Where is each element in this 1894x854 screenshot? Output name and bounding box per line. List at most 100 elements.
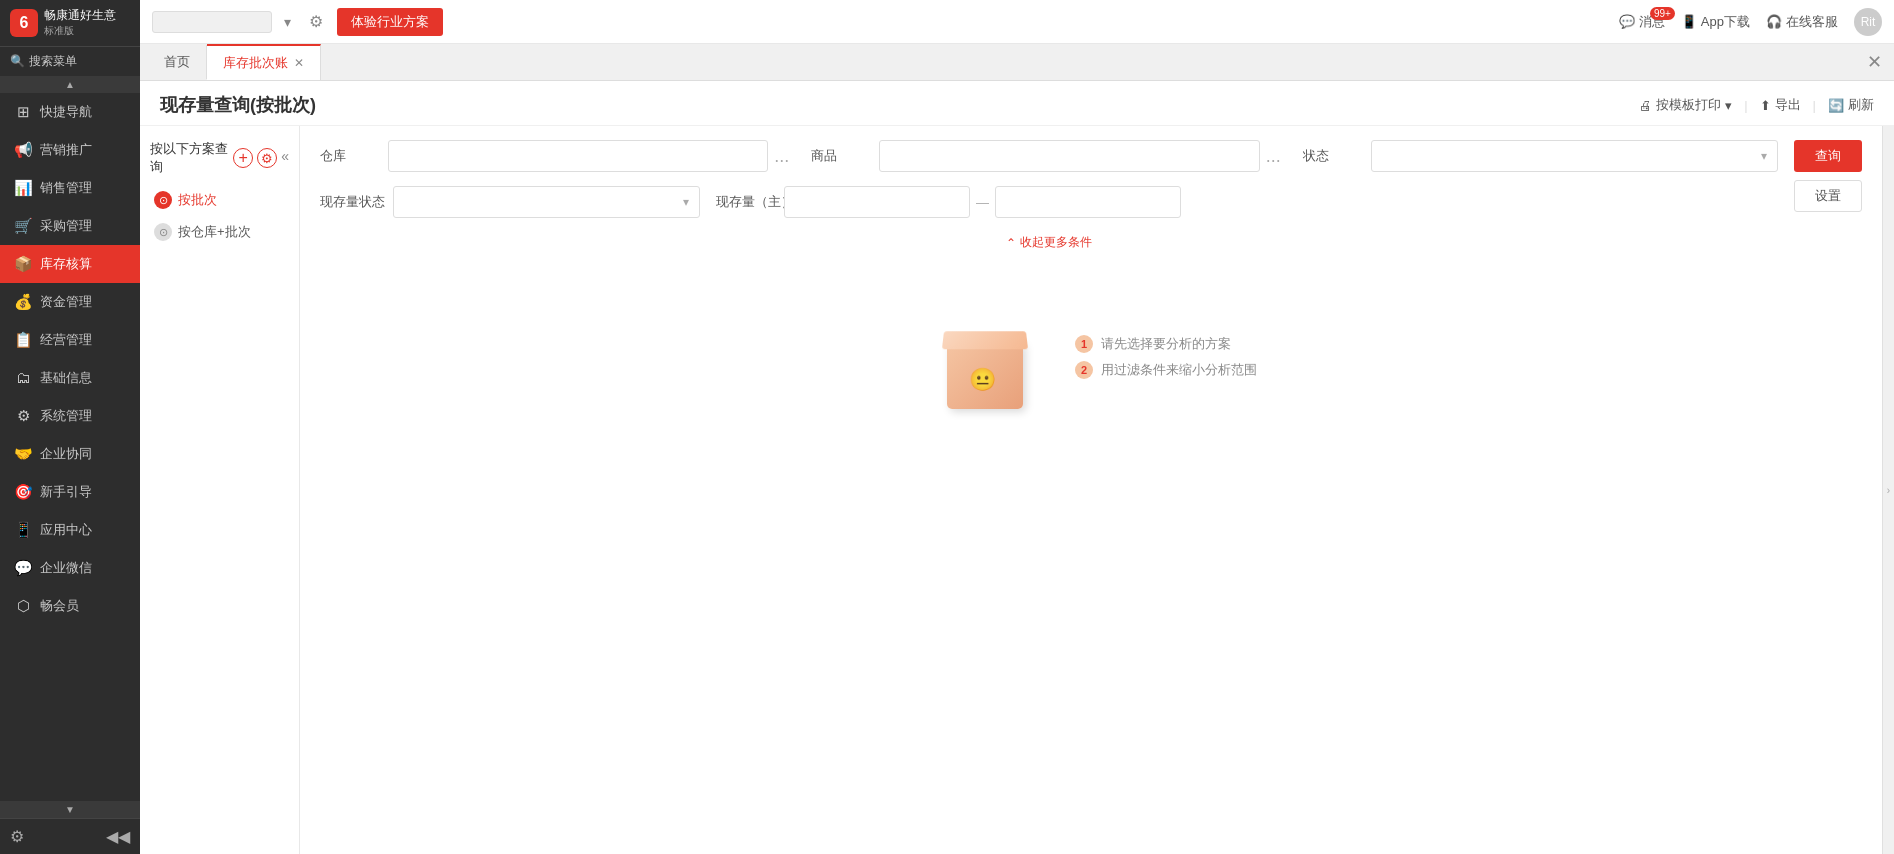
marketing-icon: 📢 xyxy=(14,141,32,159)
warehouse-input[interactable] xyxy=(388,140,768,172)
avatar: Rit xyxy=(1854,8,1882,36)
goods-input[interactable] xyxy=(879,140,1259,172)
sidebar-item-newbie[interactable]: 🎯 新手引导 xyxy=(0,473,140,511)
newbie-icon: 🎯 xyxy=(14,483,32,501)
breadcrumb-dropdown-button[interactable]: ▾ xyxy=(280,12,295,32)
print-dropdown-icon[interactable]: ▾ xyxy=(1725,98,1732,113)
stock-status-label: 现存量状态 xyxy=(320,193,385,211)
search-icon: 🔍 xyxy=(10,54,25,68)
empty-illustration: 😐 xyxy=(925,297,1045,417)
filter-settings-button[interactable]: 设置 xyxy=(1794,180,1862,212)
collapse-label: 收起更多条件 xyxy=(1020,234,1092,251)
sidebar-item-quick-nav[interactable]: ⊞ 快捷导航 xyxy=(0,93,140,131)
sidebar-item-enterprise[interactable]: 🤝 企业协同 xyxy=(0,435,140,473)
online-service-button[interactable]: 🎧 在线客服 xyxy=(1766,13,1838,31)
empty-tip-1: 1 请先选择要分析的方案 xyxy=(1075,335,1257,353)
message-badge: 99+ xyxy=(1650,7,1675,20)
sidebar: 6 畅康通好生意 标准版 🔍 搜索菜单 ▲ ⊞ 快捷导航 📢 营销推广 📊 销售… xyxy=(0,0,140,854)
sidebar-item-wechat[interactable]: 💬 企业微信 xyxy=(0,549,140,587)
search-menu-label: 搜索菜单 xyxy=(29,53,77,70)
sidebar-item-app-center[interactable]: 📱 应用中心 xyxy=(0,511,140,549)
basics-icon: 🗂 xyxy=(14,369,32,387)
topbar-right: 💬 消息 99+ 📱 App下载 🎧 在线客服 Rit xyxy=(1619,8,1882,36)
scheme-settings-button[interactable]: ⚙ xyxy=(257,148,277,168)
scheme-item-by-batch[interactable]: ⊙ 按批次 xyxy=(140,184,299,216)
scheme-item-by-warehouse-batch[interactable]: ⊙ 按仓库+批次 xyxy=(140,216,299,248)
sidebar-item-purchase[interactable]: 🛒 采购管理 xyxy=(0,207,140,245)
filter-row-1: 仓库 ... 商品 ... 状态 xyxy=(320,140,1778,172)
print-label: 按模板打印 xyxy=(1656,96,1721,114)
status-select[interactable]: ▾ xyxy=(1371,140,1778,172)
trial-industry-button[interactable]: 体验行业方案 xyxy=(337,8,443,36)
app-download-button[interactable]: 📱 App下载 xyxy=(1681,13,1750,31)
stock-qty-min-input[interactable] xyxy=(784,186,970,218)
warehouse-field: 仓库 ... xyxy=(320,140,795,172)
purchase-icon: 🛒 xyxy=(14,217,32,235)
sidebar-scroll-up[interactable]: ▲ xyxy=(0,76,140,93)
breadcrumb-input[interactable] xyxy=(152,11,272,33)
search-menu[interactable]: 🔍 搜索菜单 xyxy=(0,47,140,76)
goods-field: 商品 ... xyxy=(811,140,1286,172)
sidebar-item-label: 应用中心 xyxy=(40,521,92,539)
topbar: ▾ ⚙ 体验行业方案 💬 消息 99+ 📱 App下载 🎧 在线客服 Rit xyxy=(140,0,1894,44)
tab-home-label: 首页 xyxy=(164,53,190,71)
member-icon: ⬡ xyxy=(14,597,32,615)
refresh-button[interactable]: 🔄 刷新 xyxy=(1828,96,1874,114)
app-download-label: App下载 xyxy=(1701,13,1750,31)
tab-home[interactable]: 首页 xyxy=(148,45,207,79)
stock-qty-separator: — xyxy=(976,195,989,210)
empty-tips: 1 请先选择要分析的方案 2 用过滤条件来缩小分析范围 xyxy=(1075,335,1257,379)
quick-nav-icon: ⊞ xyxy=(14,103,32,121)
goods-label: 商品 xyxy=(811,147,871,165)
tab-inventory-batch[interactable]: 库存批次账 ✕ xyxy=(207,44,321,80)
enterprise-icon: 🤝 xyxy=(14,445,32,463)
sidebar-scroll-down[interactable]: ▼ xyxy=(0,801,140,818)
sidebar-item-member[interactable]: ⬡ 畅会员 xyxy=(0,587,140,625)
filter-layout: 按以下方案查询 + ⚙ « ⊙ 按批次 ⊙ 按仓库+批次 xyxy=(140,126,1894,854)
filter-fields-area: 仓库 ... 商品 ... 状态 xyxy=(320,140,1778,257)
user-avatar[interactable]: Rit xyxy=(1854,8,1882,36)
settings-icon[interactable]: ⚙ xyxy=(10,827,24,846)
app-logo: 6 xyxy=(10,9,38,37)
system-icon: ⚙ xyxy=(14,407,32,425)
main-area: ▾ ⚙ 体验行业方案 💬 消息 99+ 📱 App下载 🎧 在线客服 Rit xyxy=(140,0,1894,854)
sidebar-item-finance[interactable]: 💰 资金管理 xyxy=(0,283,140,321)
sidebar-item-label: 新手引导 xyxy=(40,483,92,501)
close-all-tabs-button[interactable]: ✕ xyxy=(1867,51,1882,73)
stock-qty-max-input[interactable] xyxy=(995,186,1181,218)
sidebar-item-label: 企业协同 xyxy=(40,445,92,463)
right-collapse-handle[interactable]: › xyxy=(1882,126,1894,854)
scheme-collapse-button[interactable]: « xyxy=(281,148,289,168)
sidebar-item-sales[interactable]: 📊 销售管理 xyxy=(0,169,140,207)
finance-icon: 💰 xyxy=(14,293,32,311)
collapse-sidebar-icon[interactable]: ◀◀ xyxy=(106,827,130,846)
sidebar-item-operations[interactable]: 📋 经营管理 xyxy=(0,321,140,359)
sidebar-item-label: 销售管理 xyxy=(40,179,92,197)
app-edition: 标准版 xyxy=(44,24,116,38)
scheme-panel-icons: + ⚙ « xyxy=(233,148,289,168)
sidebar-item-basics[interactable]: 🗂 基础信息 xyxy=(0,359,140,397)
warehouse-dots-button[interactable]: ... xyxy=(768,146,795,167)
sidebar-item-marketing[interactable]: 📢 营销推广 xyxy=(0,131,140,169)
tab-close-icon[interactable]: ✕ xyxy=(294,56,304,70)
query-button[interactable]: 查询 xyxy=(1794,140,1862,172)
stock-status-select[interactable]: ▾ xyxy=(393,186,700,218)
message-button[interactable]: 💬 消息 99+ xyxy=(1619,13,1665,31)
tabs-right: ✕ xyxy=(1867,51,1894,73)
content-area: 现存量查询(按批次) 🖨 按模板打印 ▾ | ⬆ 导出 | 🔄 刷新 xyxy=(140,81,1894,854)
sidebar-item-system[interactable]: ⚙ 系统管理 xyxy=(0,397,140,435)
goods-dots-button[interactable]: ... xyxy=(1260,146,1287,167)
export-button[interactable]: ⬆ 导出 xyxy=(1760,96,1801,114)
status-label: 状态 xyxy=(1303,147,1363,165)
topbar-gear-button[interactable]: ⚙ xyxy=(303,10,329,33)
add-scheme-button[interactable]: + xyxy=(233,148,253,168)
sidebar-item-label: 营销推广 xyxy=(40,141,92,159)
refresh-icon: 🔄 xyxy=(1828,98,1844,113)
stock-qty-label: 现存量（主） xyxy=(716,193,776,211)
collapse-bar[interactable]: ⌃ 收起更多条件 xyxy=(320,228,1778,257)
divider2: | xyxy=(1813,98,1816,113)
print-button[interactable]: 🖨 按模板打印 ▾ xyxy=(1639,96,1732,114)
filter-top-row: 仓库 ... 商品 ... 状态 xyxy=(320,140,1862,257)
empty-tip-2: 2 用过滤条件来缩小分析范围 xyxy=(1075,361,1257,379)
sidebar-item-inventory[interactable]: 📦 库存核算 xyxy=(0,245,140,283)
